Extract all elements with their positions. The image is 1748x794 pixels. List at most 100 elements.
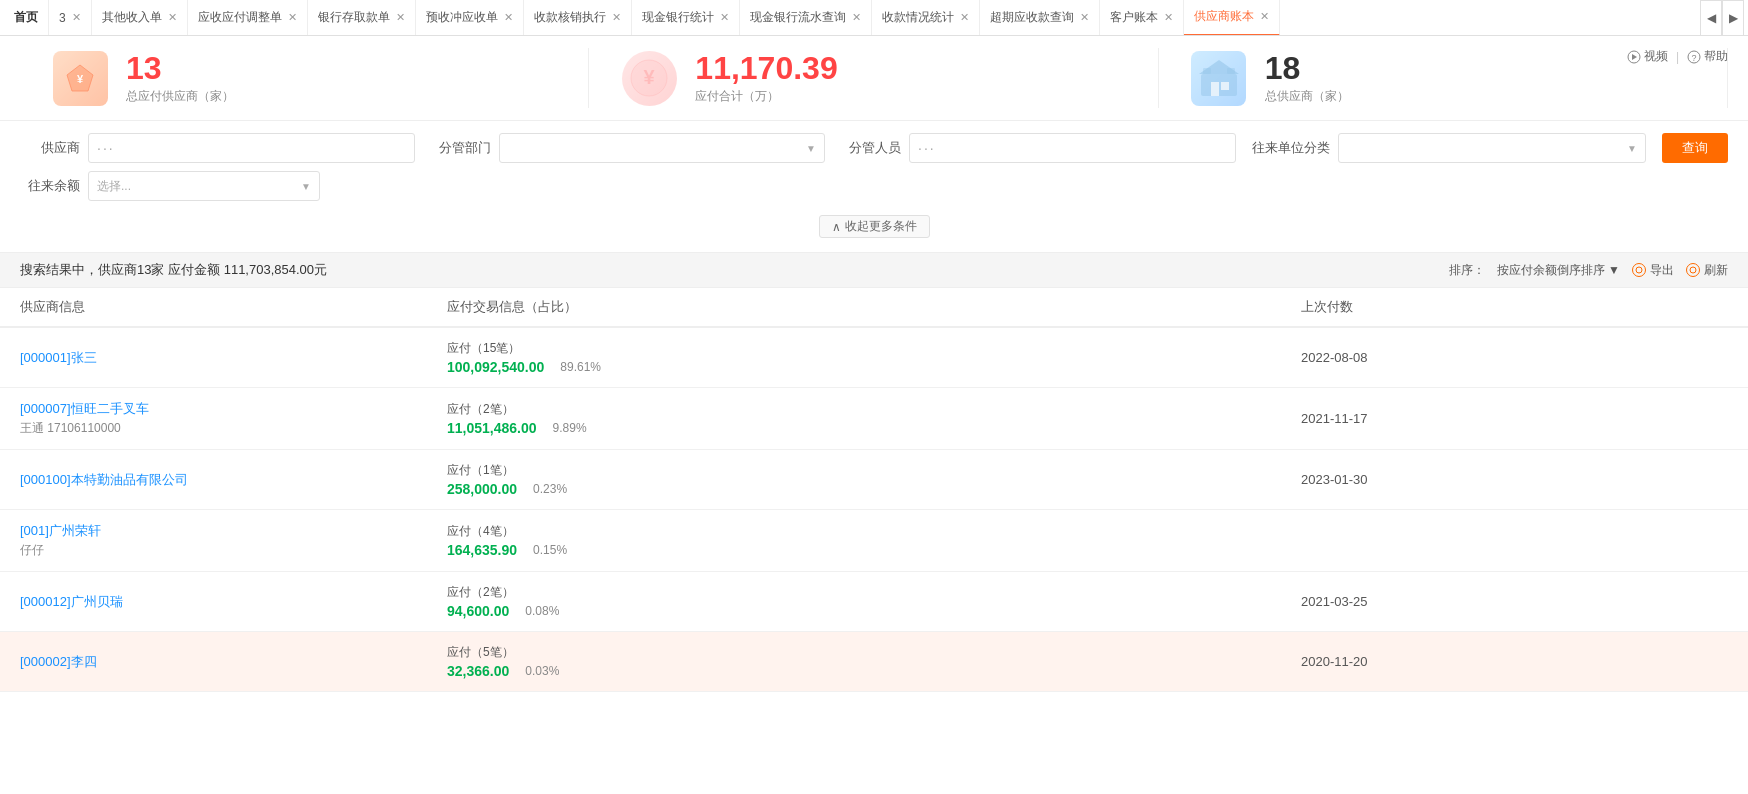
help-icon-svg: ? xyxy=(1687,50,1701,64)
export-icon xyxy=(1632,263,1646,277)
tx-cell: 应付（2笔） 11,051,486.00 9.89% xyxy=(447,401,1301,436)
balance-input[interactable]: 选择... ▼ xyxy=(88,171,320,201)
tx-cell: 应付（2笔） 94,600.00 0.08% xyxy=(447,584,1301,619)
sort-label: 排序： xyxy=(1449,262,1485,279)
nav-tab-cash-flow-label: 现金银行流水查询 xyxy=(750,9,846,26)
tx-amount[interactable]: 11,051,486.00 xyxy=(447,420,537,436)
nav-tab-home-label: 首页 xyxy=(14,9,38,26)
filter-person-label: 分管人员 xyxy=(841,139,901,157)
stat-block-payable-total: ¥ 11,170.39 应付合计（万） xyxy=(589,48,1158,108)
nav-tab-cash-flow-close[interactable]: ✕ xyxy=(852,11,861,24)
sort-value: 按应付余额倒序排序 xyxy=(1497,262,1605,279)
nav-prev-arrow[interactable]: ◀ xyxy=(1700,0,1722,36)
supplier-link[interactable]: [000007]恒旺二手叉车 xyxy=(20,401,149,416)
dept-input[interactable]: ▼ xyxy=(499,133,826,163)
nav-tab-advance-close[interactable]: ✕ xyxy=(504,11,513,24)
svg-rect-7 xyxy=(1221,82,1229,90)
help-label: 帮助 xyxy=(1704,48,1728,65)
tx-amount[interactable]: 32,366.00 xyxy=(447,663,509,679)
nav-tab-cash-flow[interactable]: 现金银行流水查询 ✕ xyxy=(740,0,872,36)
stat-icon-yen: ¥ xyxy=(619,48,679,108)
nav-tab-collection[interactable]: 收款核销执行 ✕ xyxy=(524,0,632,36)
nav-tab-bank[interactable]: 银行存取款单 ✕ xyxy=(308,0,416,36)
stat-label-payable-total: 应付合计（万） xyxy=(695,88,1127,105)
supplier-link[interactable]: [000002]李四 xyxy=(20,654,97,669)
tx-amount[interactable]: 94,600.00 xyxy=(447,603,509,619)
nav-tab-bank-close[interactable]: ✕ xyxy=(396,11,405,24)
tx-row: 应付（1笔） xyxy=(447,462,1301,479)
nav-tab-collection-label: 收款核销执行 xyxy=(534,9,606,26)
table-row: [000100]本特勤油品有限公司 应付（1笔） 258,000.00 0.23… xyxy=(0,450,1748,510)
refresh-icon xyxy=(1686,263,1700,277)
tx-amount[interactable]: 164,635.90 xyxy=(447,542,517,558)
supplier-link[interactable]: [000012]广州贝瑞 xyxy=(20,594,123,609)
nav-tab-collection-close[interactable]: ✕ xyxy=(612,11,621,24)
nav-tab-cash-stat[interactable]: 现金银行统计 ✕ xyxy=(632,0,740,36)
supplier-input[interactable]: ··· xyxy=(88,133,415,163)
nav-tab-other-income-label: 其他收入单 xyxy=(102,9,162,26)
yen-icon: ¥ xyxy=(622,51,677,106)
sort-select[interactable]: 按应付余额倒序排序 ▼ xyxy=(1497,262,1620,279)
nav-tab-overdue-close[interactable]: ✕ xyxy=(1080,11,1089,24)
nav-tab-3-close[interactable]: ✕ xyxy=(72,11,81,24)
nav-tab-overdue[interactable]: 超期应收款查询 ✕ xyxy=(980,0,1100,36)
nav-tab-3[interactable]: 3 ✕ xyxy=(49,0,92,36)
stat-info-payable-total: 11,170.39 应付合计（万） xyxy=(695,52,1127,105)
stat-icon-diamond: ¥ xyxy=(50,48,110,108)
nav-tab-collection-stat-label: 收款情况统计 xyxy=(882,9,954,26)
nav-tab-customer-close[interactable]: ✕ xyxy=(1164,11,1173,24)
nav-tab-adjust[interactable]: 应收应付调整单 ✕ xyxy=(188,0,308,36)
svg-point-14 xyxy=(1636,267,1642,273)
stat-label-payable-suppliers: 总应付供应商（家） xyxy=(126,88,558,105)
tx-label: 应付（4笔） xyxy=(447,523,514,540)
tx-amount[interactable]: 258,000.00 xyxy=(447,481,517,497)
nav-next-arrow[interactable]: ▶ xyxy=(1722,0,1744,36)
tx-percent: 0.15% xyxy=(533,543,567,557)
nav-tab-advance[interactable]: 预收冲应收单 ✕ xyxy=(416,0,524,36)
supplier-link[interactable]: [000100]本特勤油品有限公司 xyxy=(20,472,188,487)
svg-point-15 xyxy=(1690,267,1696,273)
nav-tab-collection-stat-close[interactable]: ✕ xyxy=(960,11,969,24)
stat-icon-shop xyxy=(1189,48,1249,108)
nav-tab-adjust-close[interactable]: ✕ xyxy=(288,11,297,24)
filter-dept-label: 分管部门 xyxy=(431,139,491,157)
export-button[interactable]: 导出 xyxy=(1632,262,1674,279)
balance-placeholder: 选择... xyxy=(97,178,131,195)
supplier-cell: [001]广州荣轩 仔仔 xyxy=(20,522,447,559)
tx-amount-row: 32,366.00 0.03% xyxy=(447,663,1301,679)
help-link[interactable]: ? 帮助 xyxy=(1687,48,1728,65)
video-label: 视频 xyxy=(1644,48,1668,65)
refresh-button[interactable]: 刷新 xyxy=(1686,262,1728,279)
tx-amount[interactable]: 100,092,540.00 xyxy=(447,359,544,375)
video-link[interactable]: 视频 xyxy=(1627,48,1668,65)
table-row: [001]广州荣轩 仔仔 应付（4笔） 164,635.90 0.15% xyxy=(0,510,1748,572)
supplier-link[interactable]: [001]广州荣轩 xyxy=(20,523,101,538)
nav-tab-cash-stat-label: 现金银行统计 xyxy=(642,9,714,26)
filter-category: 往来单位分类 ▼ xyxy=(1252,133,1647,163)
nav-tab-other-income[interactable]: 其他收入单 ✕ xyxy=(92,0,188,36)
nav-tab-customer[interactable]: 客户账本 ✕ xyxy=(1100,0,1184,36)
nav-tab-other-income-close[interactable]: ✕ xyxy=(168,11,177,24)
nav-tab-supplier-close[interactable]: ✕ xyxy=(1260,10,1269,23)
tx-label: 应付（1笔） xyxy=(447,462,514,479)
collapse-label: 收起更多条件 xyxy=(845,218,917,235)
category-input[interactable]: ▼ xyxy=(1338,133,1647,163)
supplier-link[interactable]: [000001]张三 xyxy=(20,350,97,365)
nav-tab-home[interactable]: 首页 xyxy=(4,0,49,36)
nav-tab-cash-stat-close[interactable]: ✕ xyxy=(720,11,729,24)
supplier-cell: [000012]广州贝瑞 xyxy=(20,593,447,611)
shop-icon xyxy=(1191,51,1246,106)
query-button[interactable]: 查询 xyxy=(1662,133,1728,163)
person-input[interactable]: ··· xyxy=(909,133,1236,163)
main-content: 供应商信息 应付交易信息（占比） 上次付数 [000001]张三 应付（15笔）… xyxy=(0,288,1748,794)
nav-tab-supplier[interactable]: 供应商账本 ✕ xyxy=(1184,0,1280,36)
tx-cell: 应付（15笔） 100,092,540.00 89.61% xyxy=(447,340,1301,375)
last-pay-cell: 2023-01-30 xyxy=(1301,472,1728,487)
person-dots: ··· xyxy=(918,140,936,156)
last-pay-cell: 2021-11-17 xyxy=(1301,411,1728,426)
nav-arrows: ◀ ▶ xyxy=(1700,0,1744,36)
collapse-button[interactable]: ∧ 收起更多条件 xyxy=(819,215,930,238)
tx-row: 应付（2笔） xyxy=(447,401,1301,418)
last-pay-cell: 2021-03-25 xyxy=(1301,594,1728,609)
nav-tab-collection-stat[interactable]: 收款情况统计 ✕ xyxy=(872,0,980,36)
